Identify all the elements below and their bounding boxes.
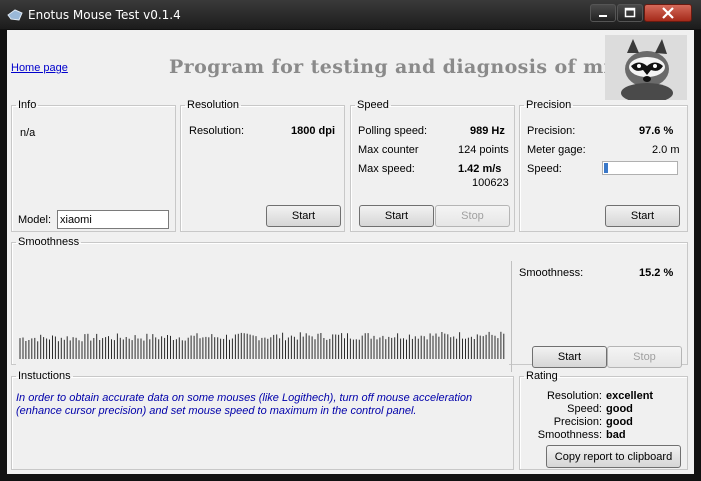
precision-legend: Precision bbox=[526, 99, 572, 111]
page-banner: Program for testing and diagnosis of mic… bbox=[169, 56, 636, 78]
speed-legend: Speed bbox=[357, 99, 389, 111]
precision-group: Precision Precision: 97.6 % Meter gage: … bbox=[519, 99, 688, 232]
resolution-legend: Resolution bbox=[187, 99, 239, 111]
speed-start-button[interactable]: Start bbox=[359, 205, 434, 227]
model-input[interactable] bbox=[57, 210, 169, 229]
raccoon-logo bbox=[605, 35, 687, 100]
minimize-button[interactable] bbox=[590, 4, 616, 22]
home-page-link[interactable]: Home page bbox=[11, 62, 68, 74]
rating-speed-label: Speed: bbox=[567, 403, 602, 415]
maximize-icon bbox=[624, 7, 636, 18]
mouse-icon bbox=[7, 9, 23, 21]
info-group: Info n/a Model: bbox=[11, 99, 176, 232]
precision-speed-bar bbox=[602, 161, 678, 175]
main-panel: Home page Program for testing and diagno… bbox=[7, 30, 694, 474]
precision-label: Precision: bbox=[527, 125, 576, 137]
rating-smoothness-value: bad bbox=[606, 429, 626, 441]
polling-speed-value: 989 Hz bbox=[470, 125, 505, 137]
speed-group: Speed Polling speed: 989 Hz Max counter … bbox=[350, 99, 515, 232]
app-window: Enotus Mouse Test v0.1.4 Home page Progr… bbox=[0, 0, 701, 481]
smoothness-waveform bbox=[19, 331, 505, 359]
window-title: Enotus Mouse Test v0.1.4 bbox=[28, 8, 181, 22]
polling-speed-label: Polling speed: bbox=[358, 125, 428, 137]
rating-precision-label: Precision: bbox=[553, 416, 602, 428]
instructions-text: In order to obtain accurate data on some… bbox=[16, 392, 473, 417]
meter-gage-label: Meter gage: bbox=[527, 144, 586, 156]
model-label: Model: bbox=[18, 214, 52, 226]
rating-resolution-label: Resolution: bbox=[546, 390, 602, 402]
copy-report-button[interactable]: Copy report to clipboard bbox=[546, 445, 681, 468]
maximize-button[interactable] bbox=[617, 4, 643, 22]
resolution-start-button[interactable]: Start bbox=[266, 205, 341, 227]
precision-speed-fill bbox=[604, 163, 608, 173]
smoothness-graph bbox=[16, 261, 509, 372]
smoothness-start-button[interactable]: Start bbox=[532, 346, 607, 368]
smoothness-label: Smoothness: bbox=[519, 267, 584, 279]
close-button[interactable] bbox=[644, 4, 692, 22]
rating-legend: Rating bbox=[526, 370, 558, 382]
resolution-label: Resolution: bbox=[189, 125, 245, 137]
info-status: n/a bbox=[20, 127, 36, 139]
rating-speed-value: good bbox=[606, 403, 633, 415]
max-counter-label: Max counter bbox=[358, 144, 419, 156]
precision-start-button[interactable]: Start bbox=[605, 205, 680, 227]
smoothness-divider bbox=[511, 261, 512, 372]
rating-smoothness-label: Smoothness: bbox=[537, 429, 602, 441]
resolution-group: Resolution Resolution: 1800 dpi Start bbox=[180, 99, 345, 232]
smoothness-group: Smoothness Smoothness: 15.2 % Start Stop bbox=[11, 236, 688, 372]
title-bar[interactable]: Enotus Mouse Test v0.1.4 bbox=[0, 0, 701, 29]
meter-gage-value: 2.0 m bbox=[652, 144, 680, 156]
speed-stop-button[interactable]: Stop bbox=[435, 205, 510, 227]
instructions-legend: Instuctions bbox=[18, 370, 71, 382]
info-legend: Info bbox=[18, 99, 37, 111]
precision-speed-label: Speed: bbox=[527, 163, 562, 175]
smoothness-value: 15.2 % bbox=[639, 267, 674, 279]
minimize-icon bbox=[599, 15, 607, 17]
max-speed-label: Max speed: bbox=[358, 163, 415, 175]
resolution-value: 1800 dpi bbox=[291, 125, 336, 137]
smoothness-stop-button[interactable]: Stop bbox=[607, 346, 682, 368]
rating-group: Rating Resolution: excellent Speed: good… bbox=[519, 370, 688, 470]
instructions-group: Instuctions In order to obtain accurate … bbox=[11, 370, 514, 470]
rating-precision-value: good bbox=[606, 416, 633, 428]
smoothness-legend: Smoothness bbox=[18, 236, 80, 248]
max-speed-raw: 100623 bbox=[472, 177, 509, 189]
precision-value: 97.6 % bbox=[639, 125, 674, 137]
rating-resolution-value: excellent bbox=[606, 390, 654, 402]
max-speed-value: 1.42 m/s bbox=[458, 163, 502, 175]
max-counter-value: 124 points bbox=[458, 144, 509, 156]
close-icon bbox=[662, 7, 674, 19]
